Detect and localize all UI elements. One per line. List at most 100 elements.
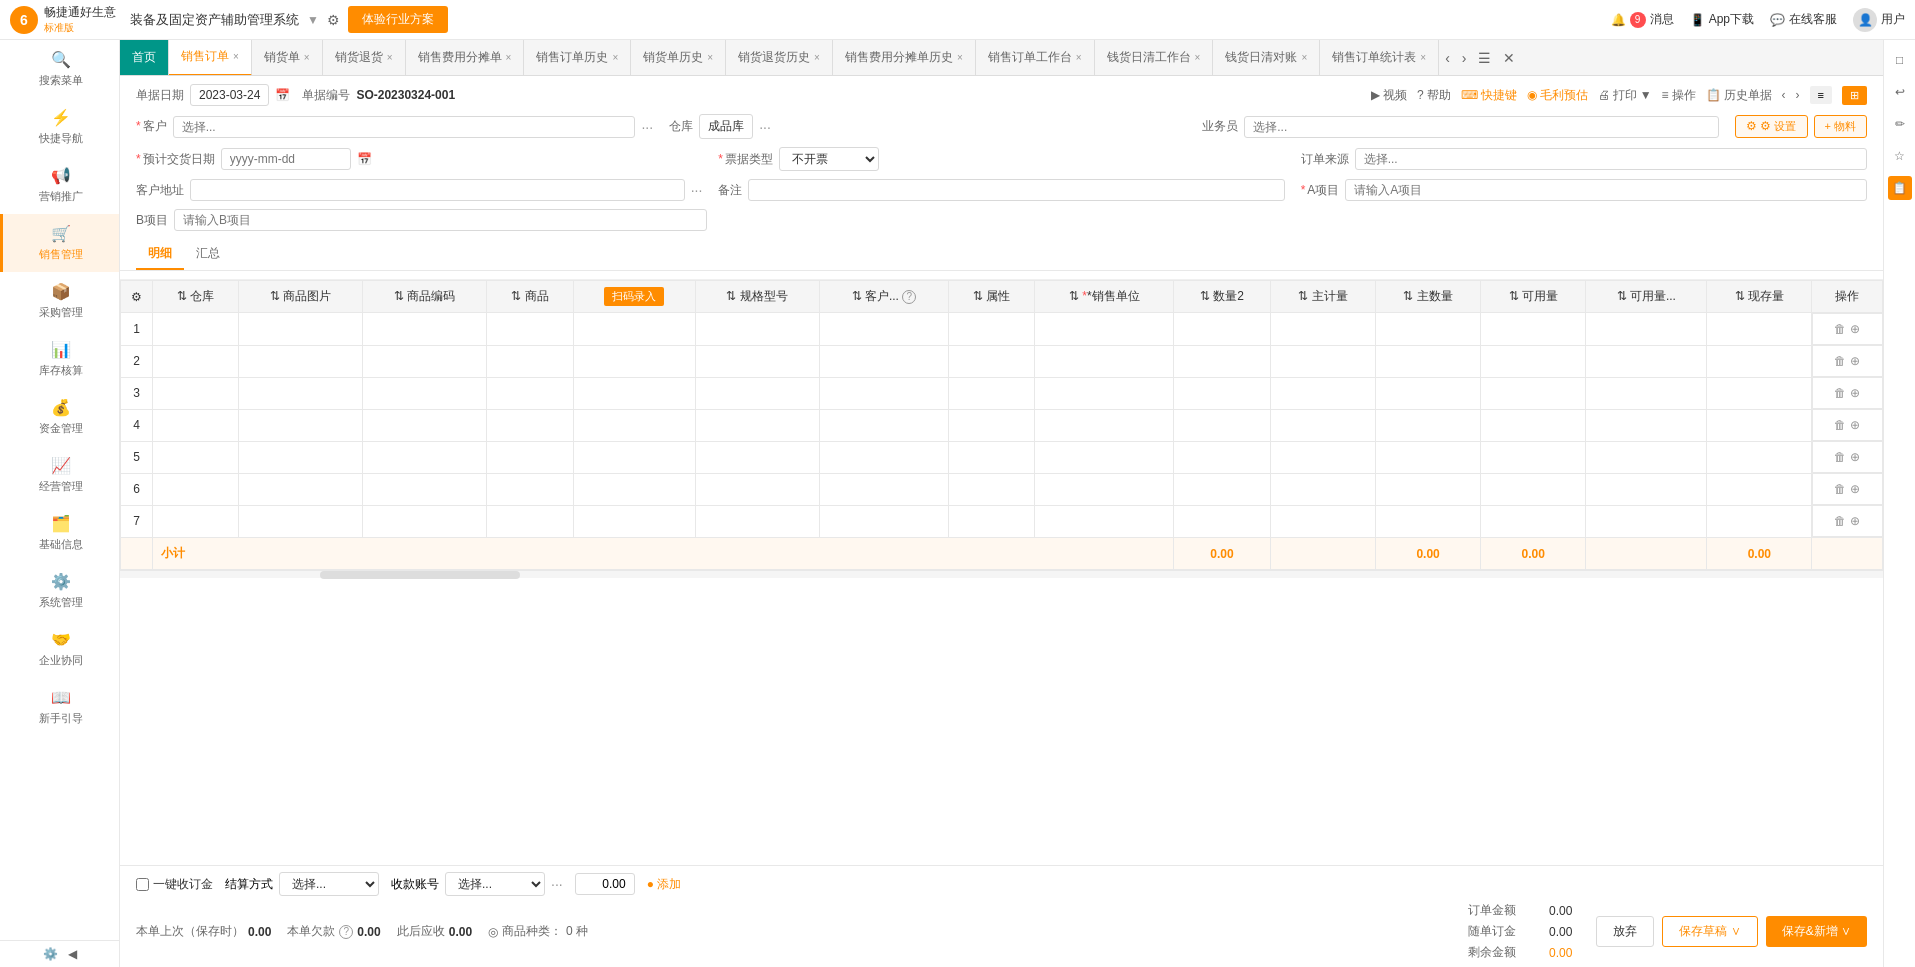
account-dots-icon[interactable]: ··· (551, 876, 563, 892)
info-icon[interactable]: ? (902, 290, 916, 304)
tab-menu-icon[interactable]: ☰ (1472, 50, 1497, 66)
tab-sales-order-history[interactable]: 销售订单历史 × (524, 40, 631, 76)
tab-return-history[interactable]: 销货退货历史 × (726, 40, 833, 76)
row-product[interactable] (487, 313, 573, 346)
customer-input[interactable] (173, 116, 636, 138)
warehouse-value[interactable]: 成品库 (699, 114, 753, 139)
product-count-icon[interactable]: ◎ (488, 925, 498, 939)
col-scan[interactable]: 扫码录入 (573, 281, 695, 313)
row-warehouse[interactable] (153, 313, 239, 346)
col-available2[interactable]: ⇅ 可用量... (1586, 281, 1707, 313)
row-scan[interactable] (573, 313, 695, 346)
delete-icon[interactable]: 🗑 (1834, 514, 1846, 528)
sidebar-item-inventory[interactable]: 📊 库存核算 (0, 330, 119, 388)
list-view-btn[interactable]: ≡ (1810, 86, 1832, 104)
col-spec[interactable]: ⇅ 规格型号 (695, 281, 819, 313)
add-material-btn[interactable]: + 物料 (1814, 115, 1867, 138)
col-main-unit[interactable]: ⇅ 主计量 (1270, 281, 1375, 313)
save-new-button[interactable]: 保存&新增 ∨ (1766, 916, 1867, 947)
tab-order-stats[interactable]: 销售订单统计表 × (1320, 40, 1439, 76)
settings-btn[interactable]: ⚙ ⚙ 设置 (1735, 115, 1807, 138)
col-image[interactable]: ⇅ 商品图片 (239, 281, 363, 313)
user-item[interactable]: 👤 用户 (1853, 8, 1905, 32)
view-btn[interactable]: ▶ 视频 (1371, 87, 1407, 104)
tab-close-icon[interactable]: × (1420, 52, 1426, 63)
row-attributes[interactable] (949, 313, 1035, 346)
discard-button[interactable]: 放弃 (1596, 916, 1654, 947)
quick-order-checkbox-item[interactable]: 一键收订金 (136, 876, 213, 893)
industry-solution-button[interactable]: 体验行业方案 (348, 6, 448, 33)
customer-dots-icon[interactable]: ··· (641, 119, 653, 135)
row-unit[interactable] (1035, 313, 1174, 346)
warehouse-dots-icon[interactable]: ··· (759, 119, 771, 135)
b-project-input[interactable] (174, 209, 707, 231)
delivery-date-input[interactable] (221, 148, 351, 170)
tab-daily-reconcile[interactable]: 钱货日清对账 × (1213, 40, 1320, 76)
sidebar-gear-icon[interactable]: ⚙️ (43, 947, 58, 961)
right-panel-btn-2[interactable]: ↩ (1888, 80, 1912, 104)
tab-sales-expense[interactable]: 销售费用分摊单 × (406, 40, 525, 76)
print-btn[interactable]: 🖨 打印 ▼ (1598, 87, 1652, 104)
date-value[interactable]: 2023-03-24 (190, 84, 269, 106)
sidebar-item-guide[interactable]: 📖 新手引导 (0, 678, 119, 736)
sidebar-item-finance[interactable]: 💰 资金管理 (0, 388, 119, 446)
notification-item[interactable]: 🔔 9 消息 (1611, 11, 1674, 28)
col-unit[interactable]: ⇅ **销售单位 (1035, 281, 1174, 313)
delete-icon[interactable]: 🗑 (1834, 418, 1846, 432)
tab-close-icon[interactable]: × (707, 52, 713, 63)
row-main-unit[interactable] (1270, 313, 1375, 346)
tab-close-icon[interactable]: × (1076, 52, 1082, 63)
account-select[interactable]: 选择... (445, 872, 545, 896)
nav-next-icon[interactable]: › (1796, 88, 1800, 102)
profit-btn[interactable]: ◉ 毛利预估 (1527, 87, 1588, 104)
sidebar-item-marketing[interactable]: 📢 营销推广 (0, 156, 119, 214)
calendar2-icon[interactable]: 📅 (357, 152, 372, 166)
tab-next-icon[interactable]: › (1456, 50, 1473, 66)
sidebar-item-system[interactable]: ⚙️ 系统管理 (0, 562, 119, 620)
col-attributes[interactable]: ⇅ 属性 (949, 281, 1035, 313)
copy-icon[interactable]: ⊕ (1850, 450, 1860, 464)
tab-close-icon[interactable]: × (814, 52, 820, 63)
tab-sales-goods[interactable]: 销货单 × (252, 40, 323, 76)
col-customer-code[interactable]: ⇅ 客户... ? (819, 281, 948, 313)
tab-close-icon[interactable]: × (387, 52, 393, 63)
row-available[interactable] (1481, 313, 1586, 346)
nav-prev-icon[interactable]: ‹ (1782, 88, 1786, 102)
col-available[interactable]: ⇅ 可用量 (1481, 281, 1586, 313)
tab-daily-workbench[interactable]: 钱货日清工作台 × (1095, 40, 1214, 76)
tab-goods-history[interactable]: 销货单历史 × (631, 40, 726, 76)
col-settings[interactable]: ⚙ (121, 281, 153, 313)
online-service-item[interactable]: 💬 在线客服 (1770, 11, 1837, 28)
address-dots-icon[interactable]: ··· (691, 182, 703, 198)
app-download-item[interactable]: 📱 App下载 (1690, 11, 1754, 28)
delete-icon[interactable]: 🗑 (1834, 450, 1846, 464)
tab-close-icon[interactable]: × (233, 51, 239, 62)
col-code[interactable]: ⇅ 商品编码 (363, 281, 487, 313)
payment-amount[interactable]: 0.00 (575, 873, 635, 895)
tab-detail[interactable]: 明细 (136, 239, 184, 270)
copy-icon[interactable]: ⊕ (1850, 418, 1860, 432)
col-warehouse[interactable]: ⇅ 仓库 (153, 281, 239, 313)
scrollbar-area[interactable] (120, 570, 1883, 578)
scan-input-btn[interactable]: 扫码录入 (604, 287, 664, 306)
save-draft-button[interactable]: 保存草稿 ∨ (1662, 916, 1757, 947)
copy-icon[interactable]: ⊕ (1850, 482, 1860, 496)
sidebar-item-quicknav[interactable]: ⚡ 快捷导航 (0, 98, 119, 156)
tab-close-icon[interactable]: × (304, 52, 310, 63)
sidebar-item-purchase[interactable]: 📦 采购管理 (0, 272, 119, 330)
right-panel-btn-1[interactable]: □ (1888, 48, 1912, 72)
calendar-icon[interactable]: 📅 (275, 88, 290, 102)
tab-close-icon[interactable]: × (1301, 52, 1307, 63)
sidebar-item-sales[interactable]: 🛒 销售管理 (0, 214, 119, 272)
right-panel-btn-5[interactable]: 📋 (1888, 176, 1912, 200)
sidebar-item-basic-info[interactable]: 🗂️ 基础信息 (0, 504, 119, 562)
row-code[interactable] (363, 313, 487, 346)
invoice-select[interactable]: 不开票 (779, 147, 879, 171)
add-payment-btn[interactable]: ● 添加 (647, 876, 682, 893)
tab-close-icon[interactable]: × (1195, 52, 1201, 63)
system-dropdown-icon[interactable]: ▼ (307, 13, 319, 27)
row-spec[interactable] (695, 313, 819, 346)
debt-info-icon[interactable]: ? (339, 925, 353, 939)
horizontal-scrollbar[interactable] (320, 571, 520, 579)
sidebar-item-operations[interactable]: 📈 经营管理 (0, 446, 119, 504)
